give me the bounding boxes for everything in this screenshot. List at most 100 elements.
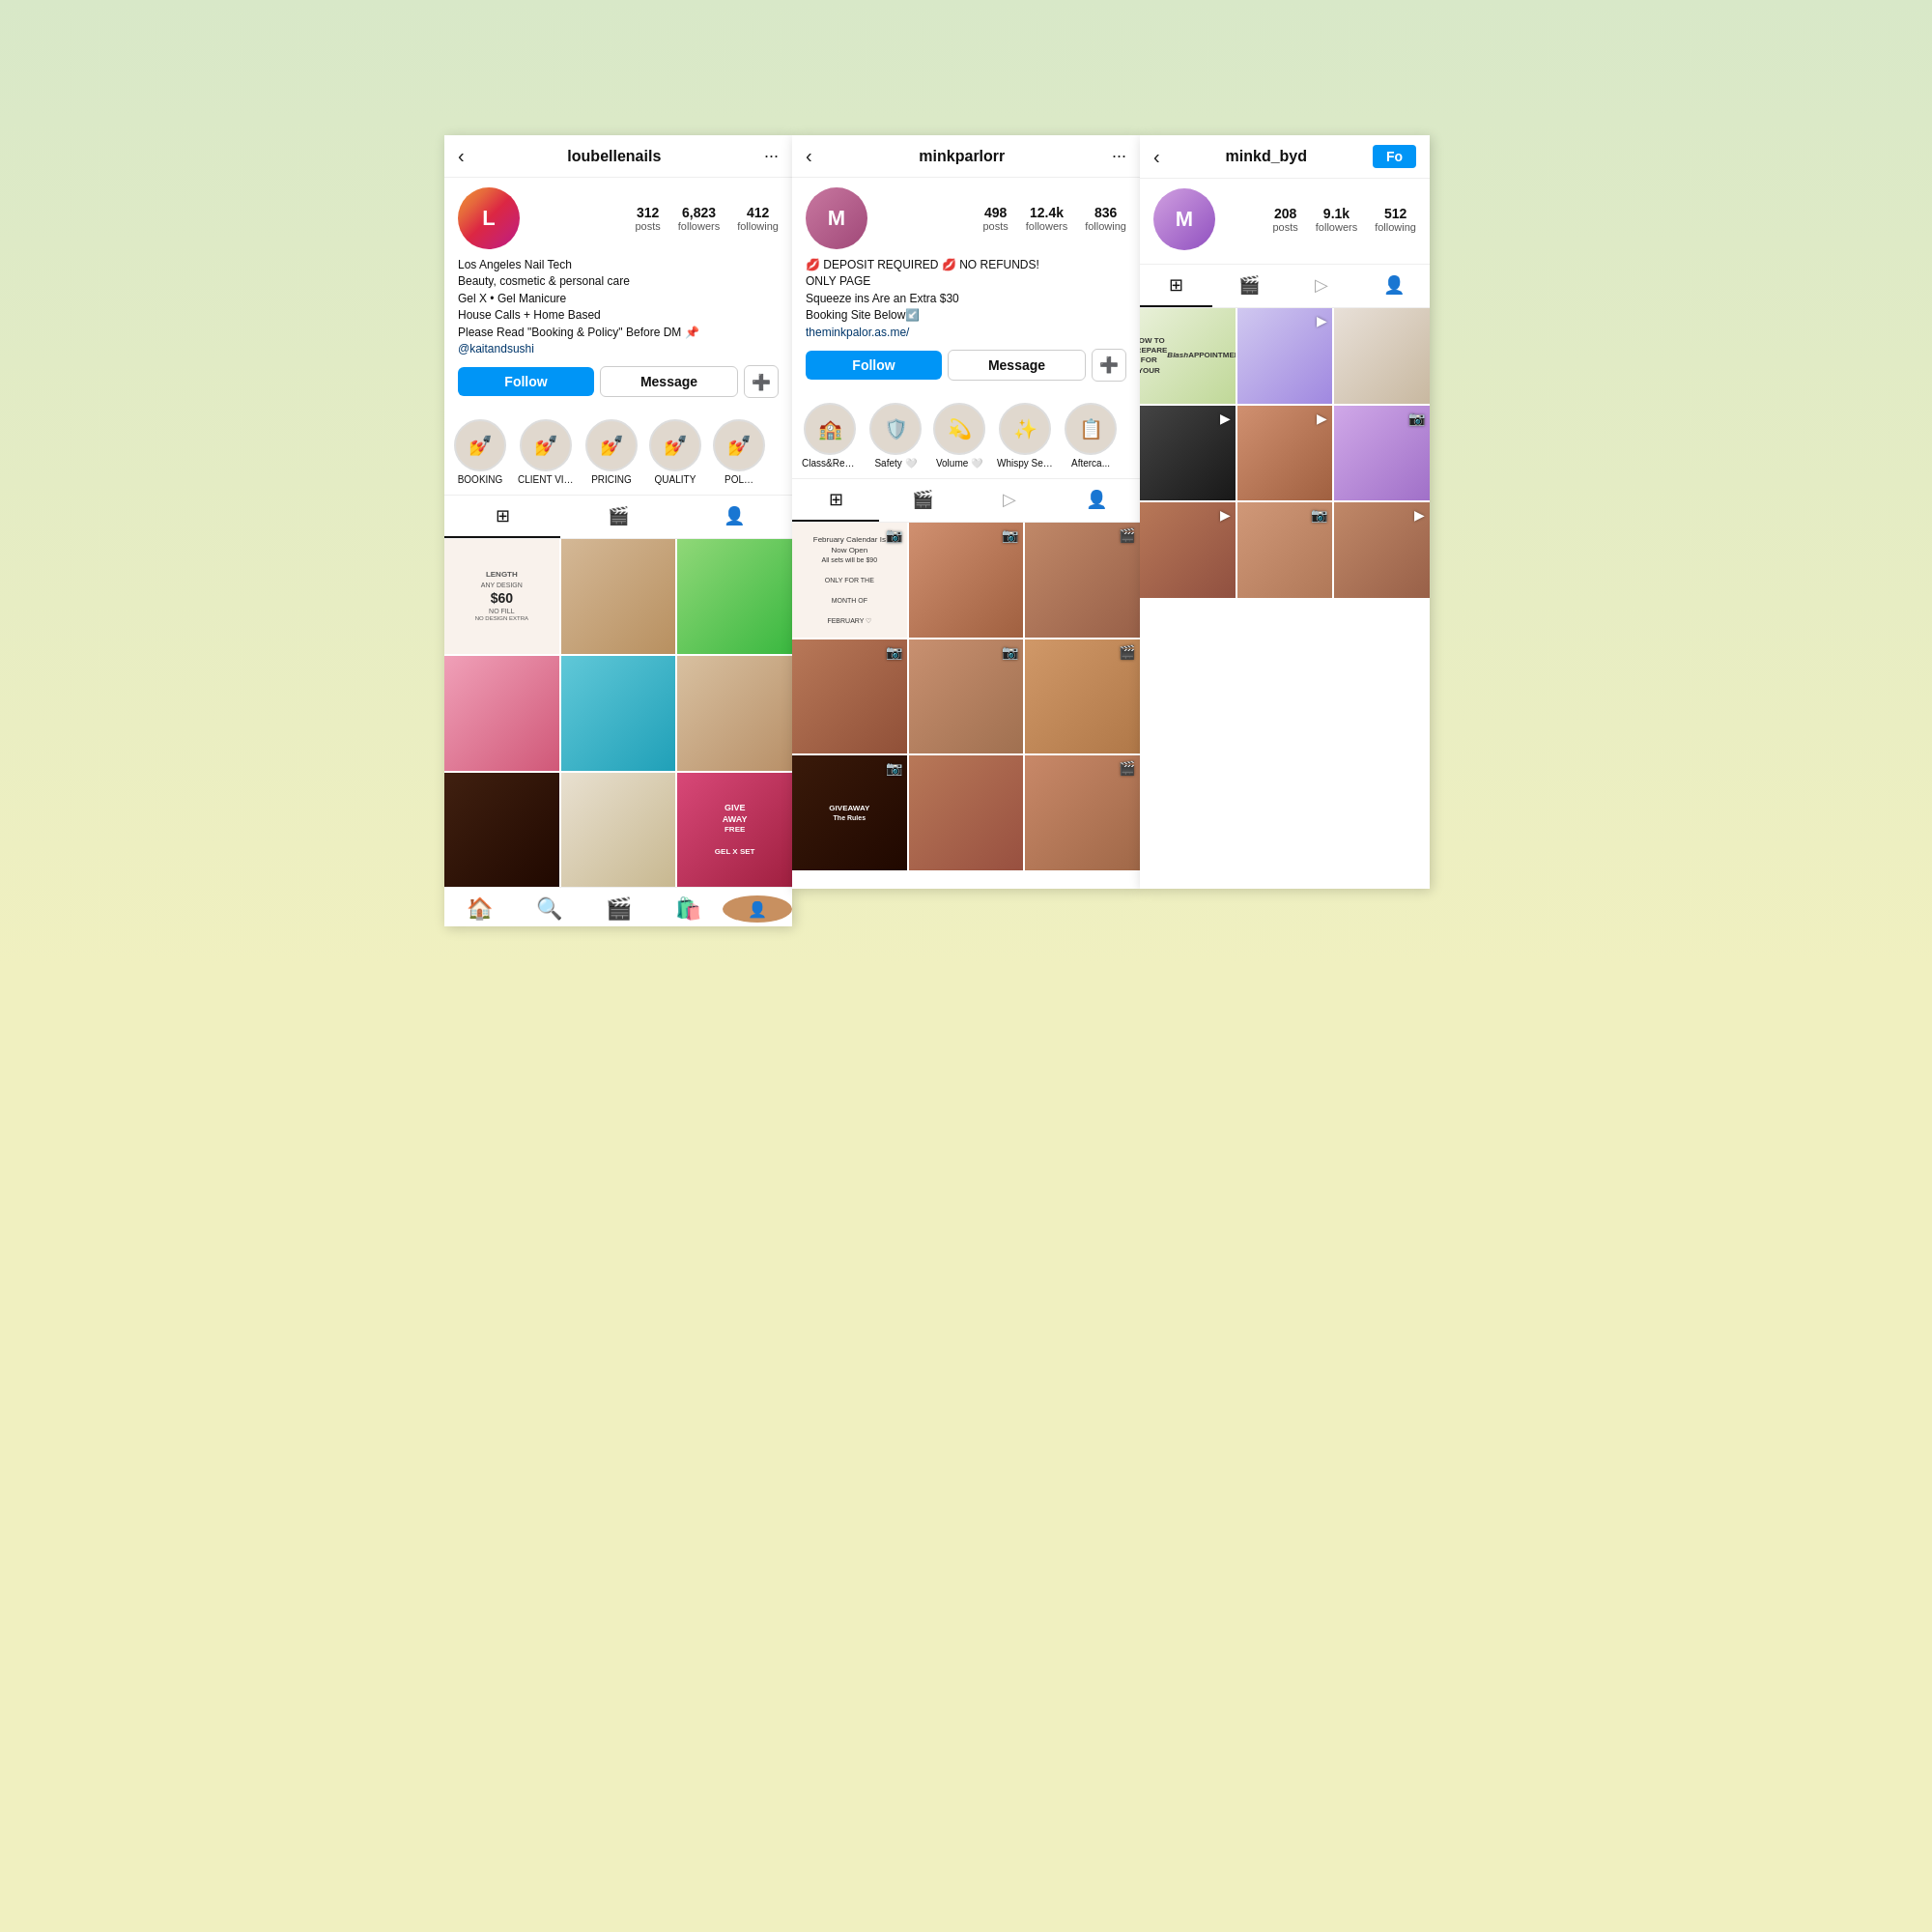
overlay-icon-2-4: 📷 xyxy=(886,644,902,660)
posts-stat-1: 312 posts xyxy=(635,205,660,232)
post-grid-1: LENGTH ANY DESIGN $60 NO FILL NO DESIGN … xyxy=(444,539,792,887)
highlight-classrevi[interactable]: 🏫 Class&Revi... xyxy=(802,403,858,469)
overlay-icon-3-4: ▶ xyxy=(1220,411,1231,426)
post-cell-3-8[interactable]: 📷 xyxy=(1237,502,1333,598)
highlights-1: 💅 BOOKING 💅 CLIENT VIEW 💅 PRICING 💅 QUAL… xyxy=(444,413,792,495)
post-cell-2-4[interactable]: 📷 xyxy=(792,639,907,754)
post-cell-2-1[interactable]: February Calendar IsNow Open All sets wi… xyxy=(792,523,907,638)
post-cell-2-5[interactable]: 📷 xyxy=(909,639,1024,754)
nav-reels-1[interactable]: 🎬 xyxy=(583,895,653,923)
post-cell-2-6[interactable]: 🎬 xyxy=(1025,639,1140,754)
bio-1: Los Angeles Nail Tech Beauty, cosmetic &… xyxy=(458,257,779,357)
highlight-afterca[interactable]: 📋 Afterca... xyxy=(1065,403,1117,469)
post-cell-3-2[interactable]: ▶ xyxy=(1237,308,1333,404)
tab-reel-3[interactable]: 🎬 xyxy=(1212,265,1285,307)
profile-row-1: L 312 posts 6,823 followers 412 followin… xyxy=(458,187,779,249)
highlight-circle-volume: 💫 xyxy=(933,403,985,455)
highlight-circle-classrevi: 🏫 xyxy=(804,403,856,455)
highlight-circle-booking: 💅 xyxy=(454,419,506,471)
post-cell-3-7[interactable]: ▶ xyxy=(1140,502,1236,598)
tab-grid-1[interactable]: ⊞ xyxy=(444,496,560,538)
tab-tagged-3[interactable]: 👤 xyxy=(1357,265,1430,307)
overlay-icon-3-8: 📷 xyxy=(1311,507,1327,523)
highlight-circle-clientview: 💅 xyxy=(520,419,572,471)
post-cell-1-2[interactable] xyxy=(561,539,676,654)
post-cell-3-6[interactable]: 📷 xyxy=(1334,406,1430,501)
tab-grid-3[interactable]: ⊞ xyxy=(1140,265,1212,307)
post-cell-1-7[interactable] xyxy=(444,773,559,888)
tab-reels-2[interactable]: 🎬 xyxy=(879,479,966,522)
followers-stat-3: 9.1k followers xyxy=(1316,206,1357,233)
post-cell-1-6[interactable] xyxy=(677,656,792,771)
back-button-2[interactable]: ‹ xyxy=(806,145,812,167)
following-stat-3: 512 following xyxy=(1375,206,1416,233)
highlight-pol[interactable]: 💅 POL… xyxy=(713,419,765,485)
post-cell-3-9[interactable]: ▶ xyxy=(1334,502,1430,598)
post-cell-1-5[interactable] xyxy=(561,656,676,771)
post-cell-2-9[interactable]: 🎬 xyxy=(1025,755,1140,870)
back-button-1[interactable]: ‹ xyxy=(458,145,465,167)
more-button-2[interactable]: ··· xyxy=(1112,146,1126,166)
action-buttons-1: Follow Message ➕ xyxy=(458,365,779,398)
message-button-2[interactable]: Message xyxy=(948,350,1086,381)
post-cell-3-4[interactable]: ▶ xyxy=(1140,406,1236,501)
add-user-button-1[interactable]: ➕ xyxy=(744,365,779,398)
tab-grid-2[interactable]: ⊞ xyxy=(792,479,879,522)
highlight-safety[interactable]: 🛡️ Safety 🤍 xyxy=(869,403,922,469)
username-3: minkd_byd xyxy=(1160,148,1373,165)
avatar-2: M xyxy=(806,187,867,249)
message-button-1[interactable]: Message xyxy=(600,366,738,397)
add-user-button-2[interactable]: ➕ xyxy=(1092,349,1126,382)
post-cell-1-4[interactable] xyxy=(444,656,559,771)
post-cell-2-7[interactable]: GIVEAWAYThe Rules 📷 xyxy=(792,755,907,870)
highlight-circle-quality: 💅 xyxy=(649,419,701,471)
tab-reels-1[interactable]: 🎬 xyxy=(560,496,676,538)
post-cell-1-3[interactable] xyxy=(677,539,792,654)
highlight-booking[interactable]: 💅 BOOKING xyxy=(454,419,506,485)
post-cell-1-1[interactable]: LENGTH ANY DESIGN $60 NO FILL NO DESIGN … xyxy=(444,539,559,654)
stats-1: 312 posts 6,823 followers 412 following xyxy=(533,205,779,232)
nav-home-1[interactable]: 🏠 xyxy=(444,895,514,923)
post-cell-1-8[interactable] xyxy=(561,773,676,888)
highlight-circle-whispy: ✨ xyxy=(999,403,1051,455)
panel-minkdbyd: ‹ minkd_byd Fo M 208 posts 9.1k follower… xyxy=(1140,135,1430,889)
nav-shop-1[interactable]: 🛍️ xyxy=(653,895,723,923)
highlight-label-classrevi: Class&Revi... xyxy=(802,458,858,469)
tab-play-2[interactable]: ▷ xyxy=(966,479,1053,522)
nav-profile-1[interactable]: 👤 xyxy=(723,895,792,923)
highlight-quality[interactable]: 💅 QUALITY xyxy=(649,419,701,485)
post-cell-2-3[interactable]: 🎬 xyxy=(1025,523,1140,638)
follow-button-1[interactable]: Follow xyxy=(458,367,594,396)
post-cell-3-1[interactable]: HOW TO PREPARE FOR YOUR Blash APPOINTMEN… xyxy=(1140,308,1236,404)
tab-tagged-2[interactable]: 👤 xyxy=(1053,479,1140,522)
bio-2: 💋 DEPOSIT REQUIRED 💋 NO REFUNDS! ONLY PA… xyxy=(806,257,1126,341)
post-cell-2-8[interactable] xyxy=(909,755,1024,870)
profile-info-2: M 498 posts 12.4k followers 836 followin… xyxy=(792,178,1140,397)
nav-search-1[interactable]: 🔍 xyxy=(514,895,583,923)
avatar-1: L xyxy=(458,187,520,249)
profile-row-2: M 498 posts 12.4k followers 836 followin… xyxy=(806,187,1126,249)
tab-tagged-1[interactable]: 👤 xyxy=(676,496,792,538)
username-1: loubellenails xyxy=(465,148,764,165)
header-minkparlorr: ‹ minkparlorr ··· xyxy=(792,135,1140,178)
back-button-3[interactable]: ‹ xyxy=(1153,146,1160,168)
highlight-whispy[interactable]: ✨ Whispy Set... xyxy=(997,403,1053,469)
highlight-clientview[interactable]: 💅 CLIENT VIEW xyxy=(518,419,574,485)
profile-row-3: M 208 posts 9.1k followers 512 following xyxy=(1153,188,1416,250)
post-cell-3-5[interactable]: ▶ xyxy=(1237,406,1333,501)
add-user-icon-1: ➕ xyxy=(752,373,771,391)
follow-button-3[interactable]: Fo xyxy=(1373,145,1416,168)
more-button-1[interactable]: ··· xyxy=(764,146,779,166)
highlight-circle-afterca: 📋 xyxy=(1065,403,1117,455)
avatar-3: M xyxy=(1153,188,1215,250)
tab-play-3[interactable]: ▷ xyxy=(1285,265,1357,307)
post-cell-1-9[interactable]: GIVEAWAYFREEGEL X SET xyxy=(677,773,792,888)
panel-minkparlorr: ‹ minkparlorr ··· M 498 posts 12.4k foll… xyxy=(792,135,1140,889)
post-cell-2-2[interactable]: 📷 xyxy=(909,523,1024,638)
post-cell-3-3[interactable] xyxy=(1334,308,1430,404)
overlay-icon-3-5: ▶ xyxy=(1317,411,1327,426)
highlight-circle-pricing: 💅 xyxy=(585,419,638,471)
highlight-volume[interactable]: 💫 Volume 🤍 xyxy=(933,403,985,469)
highlight-pricing[interactable]: 💅 PRICING xyxy=(585,419,638,485)
follow-button-2[interactable]: Follow xyxy=(806,351,942,380)
